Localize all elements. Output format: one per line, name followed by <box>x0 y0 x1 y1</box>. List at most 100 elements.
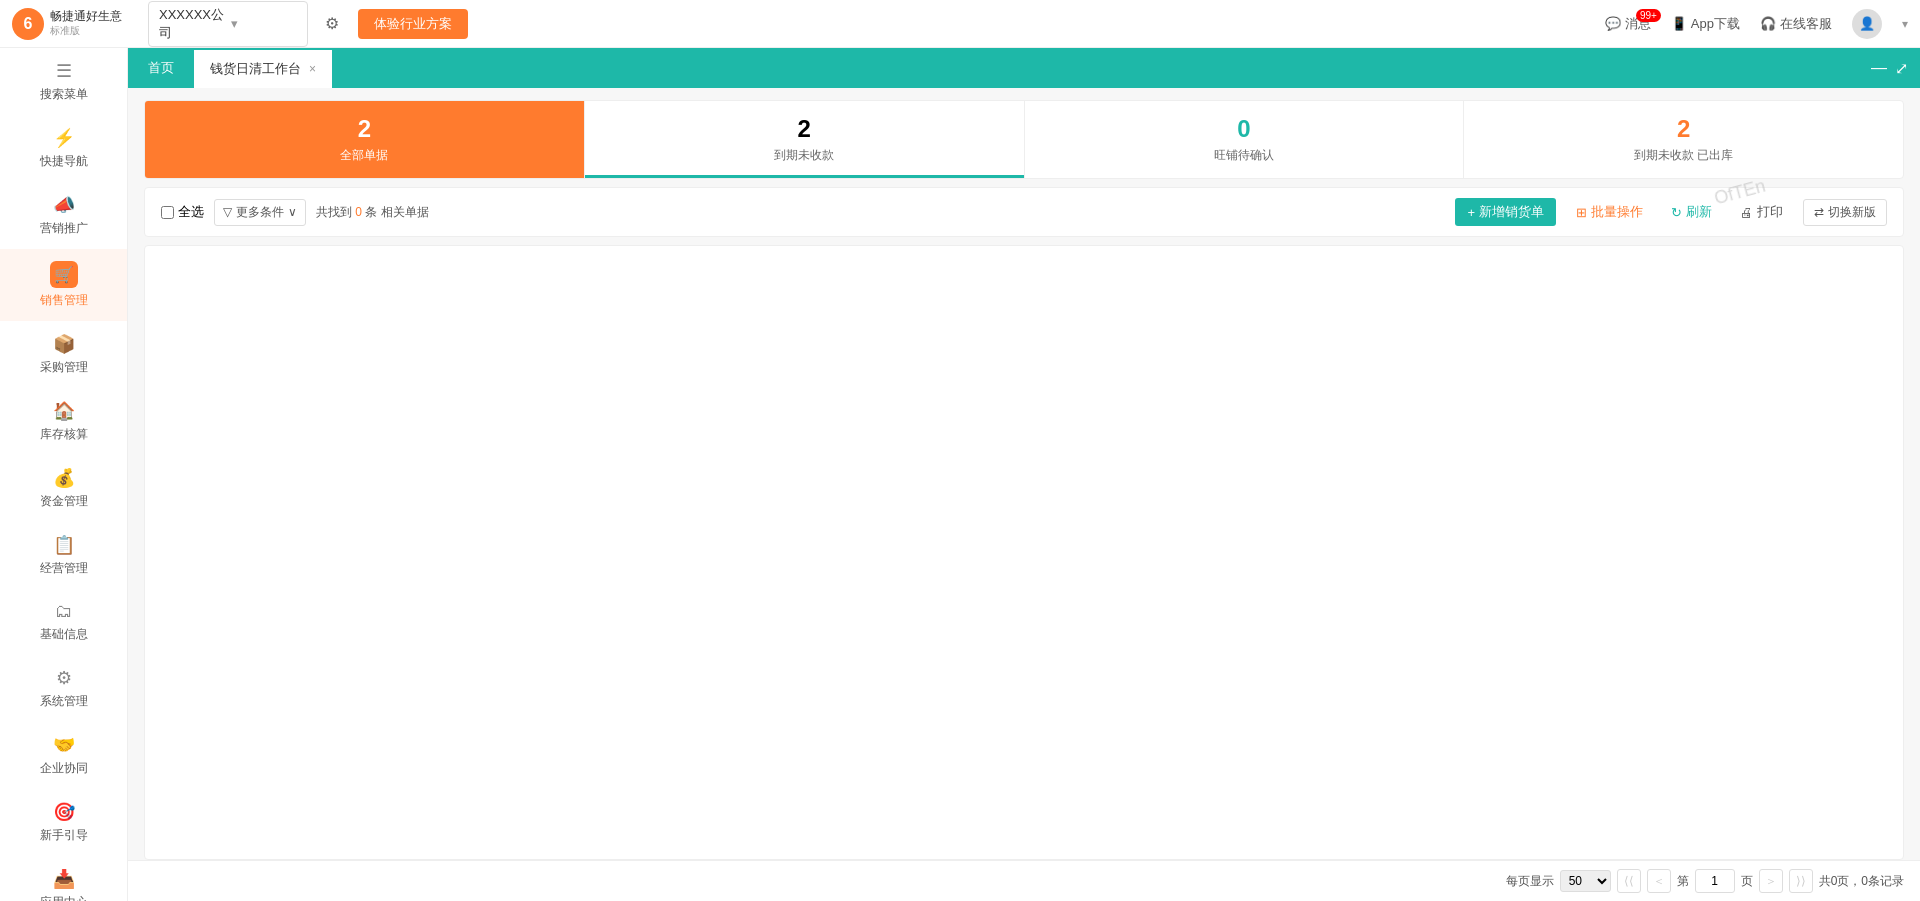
summary-cards: 2 全部单据 2 到期未收款 0 旺铺待确认 2 到期未收款 已出库 <box>144 100 1904 179</box>
batch-ops-button[interactable]: ⊞ 批量操作 <box>1568 199 1651 225</box>
sidebar-item-operations[interactable]: 📋 经营管理 <box>0 522 127 589</box>
main-layout: ☰ 搜索菜单 ⚡ 快捷导航 📣 营销推广 🛒 销售管理 📦 采购管理 🏠 库存核… <box>0 48 1920 901</box>
company-selector[interactable]: XXXXXX公司 ▾ <box>148 1 308 47</box>
current-page-input[interactable] <box>1695 869 1735 893</box>
tab-home[interactable]: 首页 <box>128 48 194 88</box>
refresh-label: 刷新 <box>1686 203 1712 221</box>
page-unit: 页 <box>1741 873 1753 890</box>
basic-info-icon: 🗂 <box>55 601 73 622</box>
sidebar-item-label: 新手引导 <box>40 827 88 844</box>
company-name: XXXXXX公司 <box>159 6 225 42</box>
online-service-item[interactable]: 🎧 在线客服 <box>1760 15 1832 33</box>
new-sales-label: 新增销货单 <box>1479 203 1544 221</box>
avatar[interactable]: 👤 <box>1852 9 1882 39</box>
sidebar-item-label: 库存核算 <box>40 426 88 443</box>
tab-minimize-icon[interactable]: — <box>1871 59 1887 77</box>
first-page-button[interactable]: ⟨⟨ <box>1617 869 1641 893</box>
toolbar-left: 全选 ▽ 更多条件 ∨ 共找到 0 条 相关单据 <box>161 199 429 226</box>
sidebar-item-finance[interactable]: 💰 资金管理 <box>0 455 127 522</box>
enterprise-icon: 🤝 <box>53 734 75 756</box>
page-content: 2 全部单据 2 到期未收款 0 旺铺待确认 2 到期未收款 已出库 <box>128 88 1920 901</box>
select-all-label: 全选 <box>178 203 204 221</box>
select-all-input[interactable] <box>161 206 174 219</box>
filter-icon: ▽ <box>223 205 232 219</box>
table-area <box>144 245 1904 860</box>
summary-card-overdue-shipped[interactable]: 2 到期未收款 已出库 <box>1464 101 1903 178</box>
operations-icon: 📋 <box>53 534 75 556</box>
print-icon: 🖨 <box>1740 205 1753 220</box>
finance-icon: 💰 <box>53 467 75 489</box>
sidebar-item-sales[interactable]: 🛒 销售管理 <box>0 249 127 321</box>
logo-icon: 6 <box>12 8 44 40</box>
sidebar-item-basic-info[interactable]: 🗂 基础信息 <box>0 589 127 655</box>
card-all-label: 全部单据 <box>165 147 564 164</box>
sidebar-item-label: 采购管理 <box>40 359 88 376</box>
app-center-icon: 📥 <box>53 868 75 890</box>
purchase-icon: 📦 <box>53 333 75 355</box>
found-count: 0 <box>355 205 365 219</box>
table-empty <box>145 246 1903 859</box>
search-menu-icon: ☰ <box>56 60 72 82</box>
print-button[interactable]: 🖨 打印 <box>1732 199 1791 225</box>
card-overdue-shipped-label: 到期未收款 已出库 <box>1484 147 1883 164</box>
card-pending-number: 0 <box>1045 115 1444 143</box>
trial-button[interactable]: 体验行业方案 <box>358 9 468 39</box>
sidebar-item-inventory[interactable]: 🏠 库存核算 <box>0 388 127 455</box>
app-name: 畅捷通好生意 <box>50 9 122 25</box>
quick-nav-icon: ⚡ <box>53 127 75 149</box>
sidebar: ☰ 搜索菜单 ⚡ 快捷导航 📣 营销推广 🛒 销售管理 📦 采购管理 🏠 库存核… <box>0 48 128 901</box>
summary-card-overdue[interactable]: 2 到期未收款 <box>585 101 1025 178</box>
message-item[interactable]: 💬 消息 99+ <box>1605 15 1651 33</box>
marketing-icon: 📣 <box>53 194 75 216</box>
switch-icon: ⇄ <box>1814 205 1824 219</box>
settings-button[interactable]: ⚙ <box>316 8 348 40</box>
sidebar-item-system[interactable]: ⚙ 系统管理 <box>0 655 127 722</box>
sidebar-item-app-center[interactable]: 📥 应用中心 <box>0 856 127 901</box>
last-page-button[interactable]: ⟩⟩ <box>1789 869 1813 893</box>
more-conditions-button[interactable]: ▽ 更多条件 ∨ <box>214 199 306 226</box>
header-right: 💬 消息 99+ 📱 App下载 🎧 在线客服 👤 ▾ <box>1605 9 1908 39</box>
print-label: 打印 <box>1757 203 1783 221</box>
inventory-icon: 🏠 <box>53 400 75 422</box>
sidebar-item-guide[interactable]: 🎯 新手引导 <box>0 789 127 856</box>
more-conditions-label: 更多条件 <box>236 204 284 221</box>
logo-text-area: 畅捷通好生意 标准版 <box>50 9 122 39</box>
app-download-item[interactable]: 📱 App下载 <box>1671 15 1740 33</box>
sidebar-item-enterprise[interactable]: 🤝 企业协同 <box>0 722 127 789</box>
tab-active[interactable]: 钱货日清工作台 × <box>194 48 332 88</box>
summary-card-all[interactable]: 2 全部单据 <box>145 101 585 178</box>
sidebar-item-label: 快捷导航 <box>40 153 88 170</box>
sidebar-item-label: 系统管理 <box>40 693 88 710</box>
card-all-number: 2 <box>165 115 564 143</box>
batch-ops-label: 批量操作 <box>1591 203 1643 221</box>
message-icon: 💬 <box>1605 16 1621 31</box>
toolbar-right: + 新增销货单 ⊞ 批量操作 ↻ 刷新 🖨 打印 <box>1455 198 1887 226</box>
sidebar-item-marketing[interactable]: 📣 营销推广 <box>0 182 127 249</box>
sidebar-item-quick-nav[interactable]: ⚡ 快捷导航 <box>0 115 127 182</box>
guide-icon: 🎯 <box>53 801 75 823</box>
tab-close-button[interactable]: × <box>309 62 316 76</box>
sidebar-item-label: 应用中心 <box>40 894 88 901</box>
select-all-checkbox[interactable]: 全选 <box>161 203 204 221</box>
user-name-area[interactable]: ▾ <box>1902 17 1908 31</box>
system-icon: ⚙ <box>56 667 72 689</box>
next-page-button[interactable]: ＞ <box>1759 869 1783 893</box>
top-header: 6 畅捷通好生意 标准版 XXXXXX公司 ▾ ⚙ 体验行业方案 💬 消息 99… <box>0 0 1920 48</box>
message-badge: 99+ <box>1636 9 1661 22</box>
switch-version-button[interactable]: ⇄ 切换新版 <box>1803 199 1887 226</box>
sidebar-item-label: 销售管理 <box>40 292 88 309</box>
page-label: 第 <box>1677 873 1689 890</box>
prev-page-button[interactable]: ＜ <box>1647 869 1671 893</box>
page-size-select[interactable]: 50 100 200 <box>1560 870 1611 892</box>
app-badge: 标准版 <box>50 24 122 38</box>
tab-maximize-icon[interactable]: ⤢ <box>1895 59 1908 78</box>
found-text: 共找到 0 条 相关单据 <box>316 204 429 221</box>
card-pending-label: 旺铺待确认 <box>1045 147 1444 164</box>
content-area: 首页 钱货日清工作台 × — ⤢ 2 全部单据 2 <box>128 48 1920 901</box>
new-sales-button[interactable]: + 新增销货单 <box>1455 198 1556 226</box>
summary-card-pending[interactable]: 0 旺铺待确认 <box>1025 101 1465 178</box>
sidebar-item-search-menu[interactable]: ☰ 搜索菜单 <box>0 48 127 115</box>
sidebar-item-purchase[interactable]: 📦 采购管理 <box>0 321 127 388</box>
avatar-icon: 👤 <box>1859 16 1875 31</box>
refresh-button[interactable]: ↻ 刷新 <box>1663 199 1720 225</box>
